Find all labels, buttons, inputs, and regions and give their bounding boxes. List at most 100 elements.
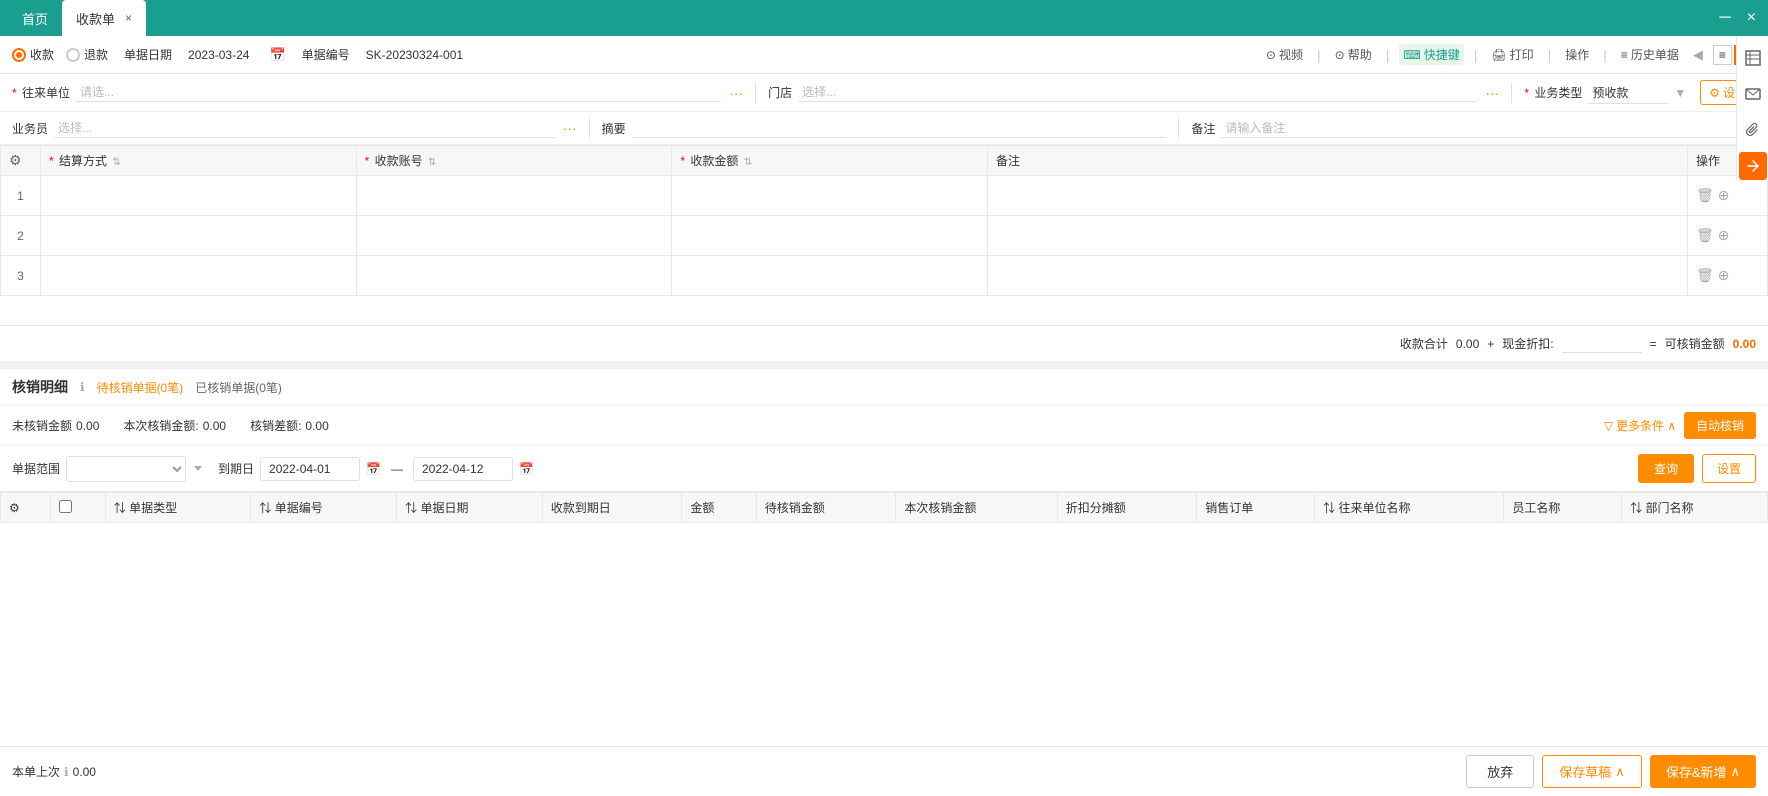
hexiao-info-icon[interactable]: ℹ (80, 380, 85, 394)
hexiao-section: 核销明细 ℹ 待核销单据(0笔) 已核销单据(0笔) 未核销金额 0.00 本次… (0, 361, 1768, 523)
discount-label: 现金折扣: (1502, 335, 1553, 352)
row-1-action: 🗑 ⊕ (1688, 176, 1768, 216)
date-from-input[interactable] (260, 457, 360, 481)
history-btn[interactable]: ≡ 历史单据 (1617, 44, 1683, 65)
shortcut-btn[interactable]: ⌨ 快捷键 (1399, 44, 1463, 65)
col-doc-date-label: 单据日期 (420, 501, 468, 515)
calendar-from-icon[interactable]: 📅 (366, 462, 381, 476)
tab-close-icon[interactable]: × (125, 11, 132, 25)
form-row-1: * 往来单位 ··· 门店 ··· * 业务类型 预收款 ▼ (0, 74, 1768, 112)
filter-icon: ▽ (1604, 419, 1613, 433)
row-1-account[interactable] (356, 176, 672, 216)
row-1-remark[interactable] (988, 176, 1688, 216)
salesperson-more-icon[interactable]: ··· (563, 120, 577, 136)
col-dept-label: 部门名称 (1646, 501, 1694, 515)
bottom-col-checkbox (51, 493, 105, 523)
row-2-settlement[interactable] (41, 216, 357, 256)
discount-input[interactable] (1562, 334, 1642, 353)
copy-icon-row1[interactable]: ⊕ (1718, 187, 1730, 204)
range-dropdown-icon[interactable] (194, 466, 202, 471)
total-label: 收款合计 (1400, 335, 1448, 352)
sort-account-icon[interactable]: ⇅ (428, 157, 436, 168)
bottom-col-doc-num: ⇅ 单据编号 (251, 493, 397, 523)
store-more-icon[interactable]: ··· (1485, 85, 1499, 101)
current-stat: 本次核销金额: 0.00 (123, 417, 226, 434)
print-btn[interactable]: 🖨 打印 (1487, 44, 1537, 65)
delete-icon-row1[interactable]: 🗑 (1696, 187, 1714, 204)
remark-label: 备注 (1191, 120, 1215, 137)
copy-icon-row2[interactable]: ⊕ (1718, 227, 1730, 244)
bottom-gear-icon[interactable]: ⚙ (9, 501, 20, 515)
footer-right: 放弃 保存草稿 ∧ 保存&新增 ∧ (1466, 755, 1756, 788)
summary-input[interactable] (632, 119, 1167, 138)
operate-btn[interactable]: 操作 (1561, 44, 1593, 65)
bottom-col-due-date: 收款到期日 (542, 493, 682, 523)
receipt-type-group: 收款 退款 (12, 46, 108, 63)
nav-left-arrow[interactable]: ◀ (1693, 47, 1703, 63)
abandon-btn[interactable]: 放弃 (1466, 755, 1534, 788)
row-1-settlement[interactable] (41, 176, 357, 216)
select-all-checkbox[interactable] (59, 500, 72, 513)
row-2-account[interactable] (356, 216, 672, 256)
counterparty-input[interactable] (76, 83, 721, 102)
business-type-field: * 业务类型 预收款 ▼ ⚙ 设置 (1524, 80, 1756, 105)
calendar-icon[interactable]: 📅 (269, 47, 285, 63)
table-icon (1745, 50, 1761, 66)
toolbar-right: ⊙ 视频 | ⊙ 帮助 | ⌨ 快捷键 | 🖨 打印 | (1262, 44, 1756, 65)
counterparty-more-icon[interactable]: ··· (729, 85, 743, 101)
uncancelled-value: 0.00 (76, 419, 99, 433)
save-draft-btn[interactable]: 保存草稿 ∧ (1542, 755, 1642, 788)
email-icon (1745, 86, 1761, 102)
done-tab[interactable]: 已核销单据(0笔) (195, 379, 282, 396)
row-3-settlement[interactable] (41, 256, 357, 296)
row-3-remark[interactable] (988, 256, 1688, 296)
calendar-to-icon[interactable]: 📅 (519, 462, 534, 476)
receipt-radio-dot (12, 48, 26, 62)
row-3-account[interactable] (356, 256, 672, 296)
hexiao-setting-btn[interactable]: 设置 (1702, 454, 1756, 483)
info-circle-icon: ℹ (64, 765, 69, 779)
minimize-btn[interactable]: ─ (1715, 9, 1734, 27)
delete-icon-row2[interactable]: 🗑 (1696, 227, 1714, 244)
sort-amount-icon[interactable]: ⇅ (744, 157, 752, 168)
bottom-table-area: ⚙ ⇅ 单据类型 ⇅ 单据编号 (0, 492, 1768, 523)
keyboard-icon: ⌨ (1403, 48, 1420, 62)
business-type-dropdown-icon[interactable]: ▼ (1674, 86, 1686, 100)
tab-home[interactable]: 首页 (8, 0, 62, 36)
row-2-amount[interactable] (672, 216, 988, 256)
auto-hexiao-btn[interactable]: 自动核销 (1684, 412, 1756, 439)
refund-radio[interactable]: 退款 (66, 46, 108, 63)
panel-table-icon[interactable] (1739, 44, 1767, 72)
tab-receipt[interactable]: 收款单 × (62, 0, 146, 36)
due-date-label: 到期日 (218, 460, 254, 477)
more-conditions-btn[interactable]: ▽ 更多条件 ∧ (1604, 417, 1676, 434)
row-3-amount[interactable] (672, 256, 988, 296)
col-due-date-label: 收款到期日 (551, 501, 611, 515)
row-2-remark[interactable] (988, 216, 1688, 256)
panel-expand-icon[interactable] (1739, 152, 1767, 180)
col-pending-label: 待核销金额 (765, 501, 825, 515)
remark-input[interactable] (1221, 119, 1756, 138)
close-btn[interactable]: × (1743, 9, 1760, 27)
salesperson-label: 业务员 (12, 120, 48, 137)
current-value: 0.00 (203, 419, 226, 433)
video-btn[interactable]: ⊙ 视频 (1262, 44, 1307, 65)
delete-icon-row3[interactable]: 🗑 (1696, 267, 1714, 284)
salesperson-input[interactable] (54, 119, 555, 138)
receipt-radio[interactable]: 收款 (12, 46, 54, 63)
panel-email-icon[interactable] (1739, 80, 1767, 108)
copy-icon-row3[interactable]: ⊕ (1718, 267, 1730, 284)
query-btn[interactable]: 查询 (1638, 454, 1694, 483)
help-btn[interactable]: ⊙ 帮助 (1331, 44, 1376, 65)
bottom-col-amount: 金额 (682, 493, 756, 523)
save-new-btn[interactable]: 保存&新增 ∧ (1650, 755, 1756, 788)
table-gear-icon[interactable]: ⚙ (9, 152, 22, 168)
pending-tab[interactable]: 待核销单据(0笔) (97, 379, 184, 396)
panel-clip-icon[interactable] (1739, 116, 1767, 144)
store-input[interactable] (798, 83, 1477, 102)
date-to-input[interactable] (413, 457, 513, 481)
list-view-btn[interactable]: ≡ (1713, 45, 1732, 65)
row-1-amount[interactable] (672, 176, 988, 216)
sort-settlement-icon[interactable]: ⇅ (112, 157, 120, 168)
range-select[interactable] (66, 456, 186, 482)
